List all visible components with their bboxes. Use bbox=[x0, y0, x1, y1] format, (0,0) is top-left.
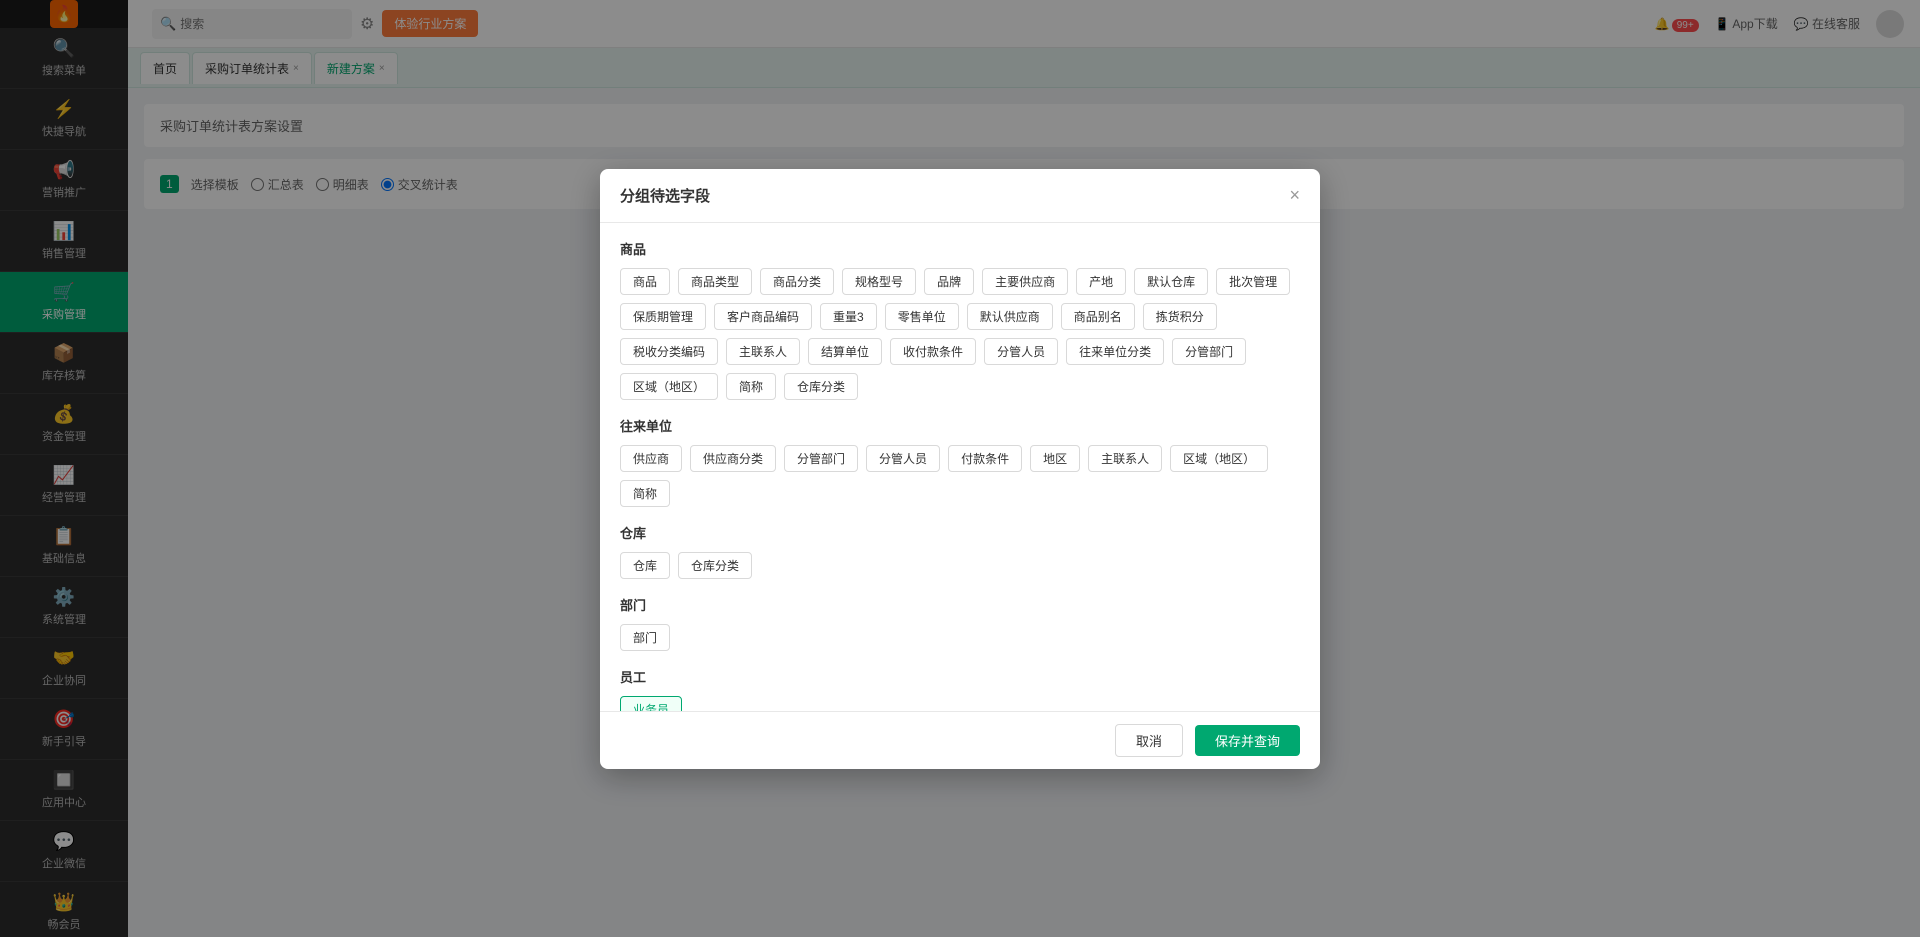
field-tag-仓库[interactable]: 仓库 bbox=[620, 552, 670, 579]
modal-title: 分组待选字段 bbox=[620, 185, 710, 206]
field-tag-商品分类[interactable]: 商品分类 bbox=[760, 268, 834, 295]
field-tag-分管人员[interactable]: 分管人员 bbox=[866, 445, 940, 472]
field-tag-简称[interactable]: 简称 bbox=[620, 480, 670, 507]
field-tag-区域（地区）[interactable]: 区域（地区） bbox=[620, 373, 718, 400]
field-tag-保质期管理[interactable]: 保质期管理 bbox=[620, 303, 706, 330]
field-tag-区域（地区）[interactable]: 区域（地区） bbox=[1170, 445, 1268, 472]
modal-overlay: 分组待选字段 × 商品商品商品类型商品分类规格型号品牌主要供应商产地默认仓库批次… bbox=[0, 0, 1920, 937]
field-tag-税收分类编码[interactable]: 税收分类编码 bbox=[620, 338, 718, 365]
field-tag-仓库分类[interactable]: 仓库分类 bbox=[678, 552, 752, 579]
field-tag-产地[interactable]: 产地 bbox=[1076, 268, 1126, 295]
section-title-department: 部门 bbox=[620, 595, 1300, 614]
field-tag-零售单位[interactable]: 零售单位 bbox=[885, 303, 959, 330]
field-tag-收付款条件[interactable]: 收付款条件 bbox=[890, 338, 976, 365]
field-tag-分管人员[interactable]: 分管人员 bbox=[984, 338, 1058, 365]
field-tag-分管部门[interactable]: 分管部门 bbox=[1172, 338, 1246, 365]
field-tag-规格型号[interactable]: 规格型号 bbox=[842, 268, 916, 295]
field-tag-客户商品编码[interactable]: 客户商品编码 bbox=[714, 303, 812, 330]
field-tag-地区[interactable]: 地区 bbox=[1030, 445, 1080, 472]
section-partner: 往来单位供应商供应商分类分管部门分管人员付款条件地区主联系人区域（地区） 简称 bbox=[620, 416, 1300, 507]
section-title-partner: 往来单位 bbox=[620, 416, 1300, 435]
section-employee: 员工业务员 bbox=[620, 667, 1300, 711]
section-title-employee: 员工 bbox=[620, 667, 1300, 686]
field-tag-默认供应商[interactable]: 默认供应商 bbox=[967, 303, 1053, 330]
field-tag-品牌[interactable]: 品牌 bbox=[924, 268, 974, 295]
field-tag-分管部门[interactable]: 分管部门 bbox=[784, 445, 858, 472]
modal-body: 商品商品商品类型商品分类规格型号品牌主要供应商产地默认仓库批次管理保质期管理客户… bbox=[600, 223, 1320, 711]
field-tag-付款条件[interactable]: 付款条件 bbox=[948, 445, 1022, 472]
field-tag-商品类型[interactable]: 商品类型 bbox=[678, 268, 752, 295]
field-tag-商品别名[interactable]: 商品别名 bbox=[1061, 303, 1135, 330]
field-tag-批次管理[interactable]: 批次管理 bbox=[1216, 268, 1290, 295]
field-tag-主要供应商[interactable]: 主要供应商 bbox=[982, 268, 1068, 295]
cancel-button[interactable]: 取消 bbox=[1115, 724, 1183, 757]
field-tags-department: 部门 bbox=[620, 624, 1300, 651]
field-tag-部门[interactable]: 部门 bbox=[620, 624, 670, 651]
field-tag-供应商[interactable]: 供应商 bbox=[620, 445, 682, 472]
section-title-product: 商品 bbox=[620, 239, 1300, 258]
field-tag-主联系人[interactable]: 主联系人 bbox=[1088, 445, 1162, 472]
field-tag-简称[interactable]: 简称 bbox=[726, 373, 776, 400]
field-tags-partner: 供应商供应商分类分管部门分管人员付款条件地区主联系人区域（地区） 简称 bbox=[620, 445, 1300, 507]
field-tag-供应商分类[interactable]: 供应商分类 bbox=[690, 445, 776, 472]
section-department: 部门部门 bbox=[620, 595, 1300, 651]
modal-close-button[interactable]: × bbox=[1289, 185, 1300, 206]
confirm-button[interactable]: 保存并查询 bbox=[1195, 725, 1300, 756]
field-tag-往来单位分类[interactable]: 往来单位分类 bbox=[1066, 338, 1164, 365]
field-tag-商品[interactable]: 商品 bbox=[620, 268, 670, 295]
section-product: 商品商品商品类型商品分类规格型号品牌主要供应商产地默认仓库批次管理保质期管理客户… bbox=[620, 239, 1300, 400]
field-tag-仓库分类[interactable]: 仓库分类 bbox=[784, 373, 858, 400]
modal-header: 分组待选字段 × bbox=[600, 169, 1320, 223]
field-tag-重量3[interactable]: 重量3 bbox=[820, 303, 877, 330]
field-tags-employee: 业务员 bbox=[620, 696, 1300, 711]
section-title-warehouse: 仓库 bbox=[620, 523, 1300, 542]
field-tag-默认仓库[interactable]: 默认仓库 bbox=[1134, 268, 1208, 295]
field-tag-结算单位[interactable]: 结算单位 bbox=[808, 338, 882, 365]
field-tags-warehouse: 仓库仓库分类 bbox=[620, 552, 1300, 579]
field-tag-业务员[interactable]: 业务员 bbox=[620, 696, 682, 711]
field-selection-modal: 分组待选字段 × 商品商品商品类型商品分类规格型号品牌主要供应商产地默认仓库批次… bbox=[600, 169, 1320, 769]
section-warehouse: 仓库仓库仓库分类 bbox=[620, 523, 1300, 579]
modal-footer: 取消 保存并查询 bbox=[600, 711, 1320, 769]
field-tag-拣货积分[interactable]: 拣货积分 bbox=[1143, 303, 1217, 330]
field-tag-主联系人[interactable]: 主联系人 bbox=[726, 338, 800, 365]
field-tags-product: 商品商品类型商品分类规格型号品牌主要供应商产地默认仓库批次管理保质期管理客户商品… bbox=[620, 268, 1300, 400]
